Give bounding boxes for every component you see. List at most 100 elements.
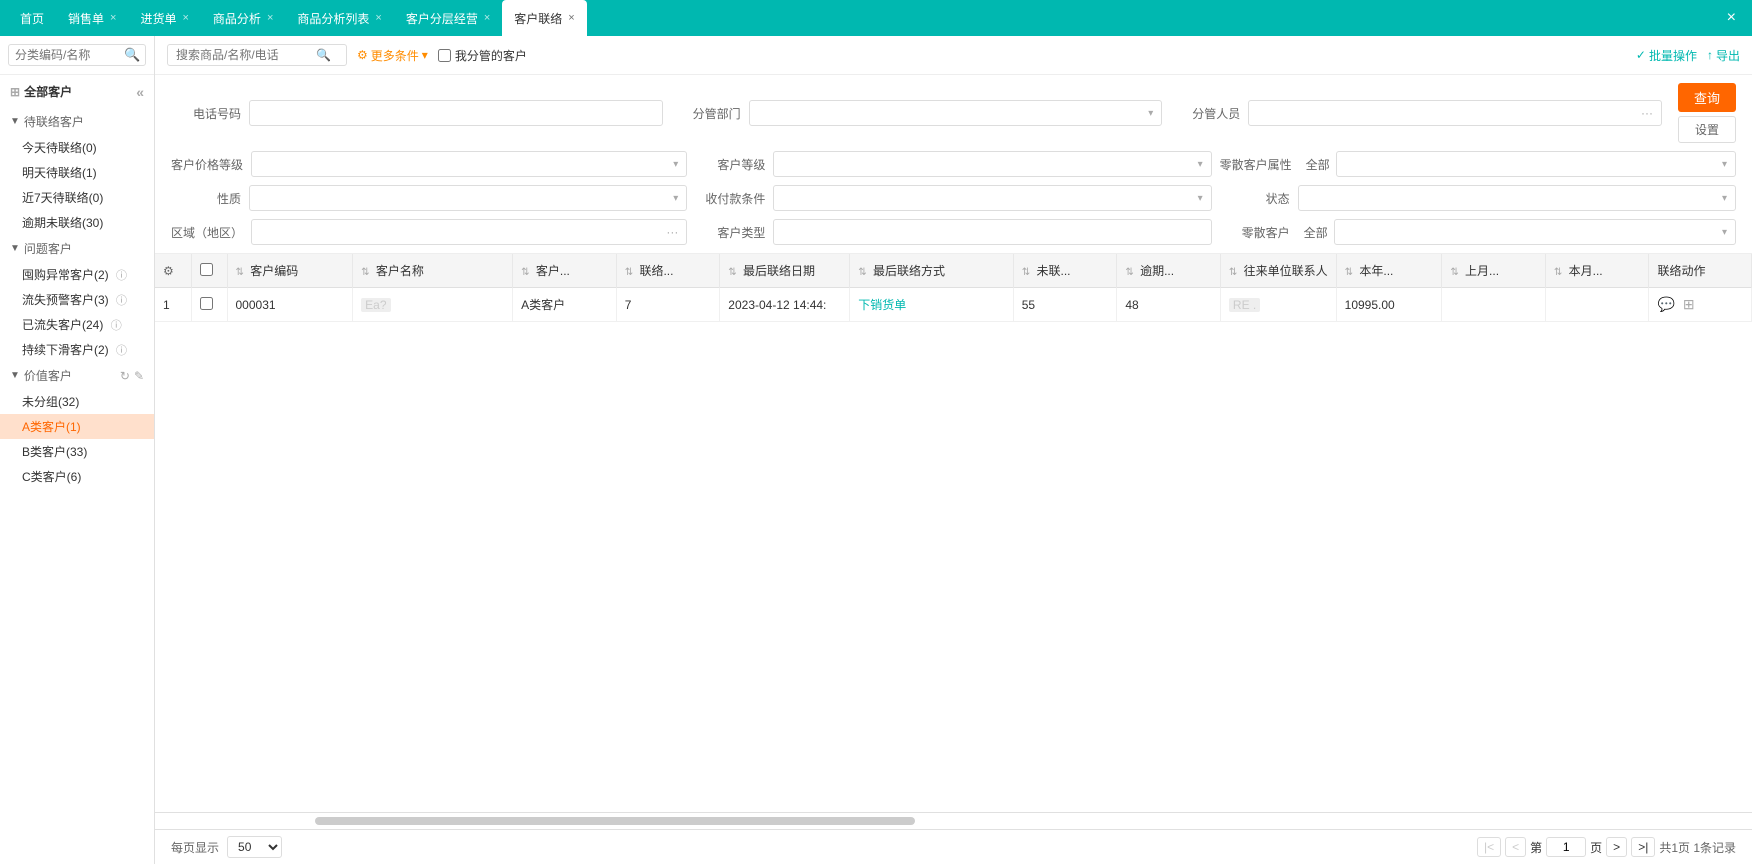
col-name-label: 客户名称 [376, 264, 424, 278]
sort-contact-count-icon[interactable]: ⇅ [625, 267, 633, 278]
close-purchase-icon[interactable]: × [182, 12, 188, 24]
info-icon-churn: ⓘ [116, 295, 127, 307]
sidebar-section-problem[interactable]: ▼ 问题客户 [0, 235, 154, 262]
last-page-btn[interactable]: >| [1631, 837, 1655, 857]
sort-last-date-icon[interactable]: ⇅ [728, 267, 736, 278]
filter-status-select[interactable]: ▾ [1298, 185, 1736, 211]
refresh-icon[interactable]: ↻ [120, 369, 130, 383]
chat-icon[interactable]: 💬 [1657, 296, 1674, 313]
sidebar-item-tomorrow[interactable]: 明天待联络(1) [0, 160, 154, 185]
filter-person-input[interactable]: ··· [1248, 100, 1662, 126]
dots-icon-person[interactable]: ··· [1641, 106, 1653, 120]
select-all-checkbox[interactable] [200, 263, 213, 276]
sidebar-item-b-class[interactable]: B类客户(33) [0, 439, 154, 464]
sort-overdue-icon[interactable]: ⇅ [1125, 267, 1133, 278]
filter-field-dept: 分管部门 ▾ [671, 100, 1163, 126]
filter-dept-select[interactable]: ▾ [749, 100, 1163, 126]
chevron-down-dept-icon: ▾ [1148, 108, 1153, 119]
filter-payment-select[interactable]: ▾ [773, 185, 1211, 211]
sidebar-section-pending[interactable]: ▼ 待联络客户 [0, 108, 154, 135]
settings-button[interactable]: 设置 [1678, 116, 1736, 143]
batch-op-btn[interactable]: ✓ 批量操作 [1636, 47, 1697, 64]
info-icon-declining: ⓘ [116, 345, 127, 357]
nav-tab-sales[interactable]: 销售单 × [56, 0, 128, 36]
sidebar-section-value[interactable]: ▼ 价值客户 ↻ ✎ [0, 362, 154, 389]
col-last-month-label: 上月... [1465, 264, 1499, 278]
query-button[interactable]: 查询 [1678, 83, 1736, 112]
horizontal-scrollbar[interactable] [315, 817, 915, 825]
filter-cust-level-select[interactable]: ▾ [773, 151, 1211, 177]
close-customer-tier-icon[interactable]: × [484, 12, 490, 24]
sidebar-item-overdue[interactable]: 逾期未联络(30) [0, 210, 154, 235]
prev-page-btn[interactable]: < [1505, 837, 1526, 857]
col-checkbox [191, 254, 227, 288]
nav-tab-customer-tier[interactable]: 客户分层经营 × [394, 0, 502, 36]
filter-nature-select[interactable]: ▾ [249, 185, 687, 211]
sidebar-collapse-icon[interactable]: « [136, 84, 144, 100]
filter-field-cust-type: 客户类型 [695, 219, 1211, 245]
sidebar-item-ungrouped[interactable]: 未分组(32) [0, 389, 154, 414]
page-input[interactable] [1546, 837, 1586, 857]
sort-company-contact-icon[interactable]: ⇅ [1229, 267, 1237, 278]
filter-field-nature: 性质 ▾ [171, 185, 687, 211]
sidebar-item-declining[interactable]: 持续下滑客户(2) ⓘ [0, 337, 154, 362]
sort-this-month-icon[interactable]: ⇅ [1554, 267, 1562, 278]
chevron-down-nature-icon: ▾ [673, 193, 678, 204]
close-analysis-icon[interactable]: × [267, 12, 273, 24]
nav-tab-purchase[interactable]: 进货单 × [128, 0, 200, 36]
sidebar-search-icon[interactable]: 🔍 [124, 47, 140, 63]
row-checkbox[interactable] [200, 297, 213, 310]
filter-price-select[interactable]: ▾ [251, 151, 687, 177]
qr-icon[interactable]: ⊞ [1683, 296, 1695, 313]
filter-payment-label: 收付款条件 [695, 190, 765, 207]
triangle-down-icon2: ▼ [10, 243, 20, 254]
filter-retail-attr-select[interactable]: ▾ [1336, 151, 1736, 177]
close-analysis-list-icon[interactable]: × [375, 12, 381, 24]
sidebar-item-abnormal[interactable]: 囤购异常客户(2) ⓘ [0, 262, 154, 287]
sidebar-item-a-class[interactable]: A类客户(1) [0, 414, 154, 439]
cell-last-way: 下销货单 [850, 288, 1013, 322]
edit-icon[interactable]: ✎ [134, 369, 144, 383]
my-customers-checkbox[interactable] [438, 49, 451, 62]
filter-cust-type-input[interactable] [773, 219, 1211, 245]
sort-this-year-icon[interactable]: ⇅ [1345, 267, 1353, 278]
per-page-select[interactable]: 50 100 200 [227, 836, 282, 858]
col-gear: ⚙ [155, 254, 191, 288]
next-page-btn[interactable]: > [1606, 837, 1627, 857]
filter-search-input[interactable] [176, 48, 316, 62]
nav-tab-home[interactable]: 首页 [8, 0, 56, 36]
batch-op-icon: ✓ [1636, 48, 1646, 62]
export-btn[interactable]: ↑ 导出 [1707, 47, 1740, 64]
sort-last-way-icon[interactable]: ⇅ [858, 267, 866, 278]
close-sales-icon[interactable]: × [110, 12, 116, 24]
cell-uncontacted: 55 [1013, 288, 1117, 322]
filter-retail-select[interactable]: ▾ [1334, 219, 1736, 245]
filter-search-icon[interactable]: 🔍 [316, 48, 331, 62]
nav-tab-analysis-list[interactable]: 商品分析列表 × [285, 0, 393, 36]
sidebar-item-c-class[interactable]: C类客户(6) [0, 464, 154, 489]
sidebar-all-customers[interactable]: ⊞ 全部客户 « [0, 75, 154, 108]
nav-tab-analysis[interactable]: 商品分析 × [201, 0, 285, 36]
cell-last-month [1442, 288, 1546, 322]
window-close-icon[interactable]: × [1719, 9, 1744, 27]
sidebar-item-churned[interactable]: 已流失客户(24) ⓘ [0, 312, 154, 337]
last-contact-way-link[interactable]: 下销货单 [858, 298, 906, 312]
sort-cust-type-icon[interactable]: ⇅ [521, 267, 529, 278]
company-contact-blurred: RE . [1229, 298, 1260, 312]
sort-last-month-icon[interactable]: ⇅ [1450, 267, 1458, 278]
dots-icon-region[interactable]: ··· [666, 225, 678, 239]
gear-icon[interactable]: ⚙ [163, 264, 174, 278]
sort-code-icon[interactable]: ⇅ [236, 267, 244, 278]
first-page-btn[interactable]: |< [1477, 837, 1501, 857]
filter-region-input[interactable]: ··· [251, 219, 687, 245]
more-conditions-btn[interactable]: ⚙ 更多条件 ▾ [357, 47, 428, 64]
nav-tab-customer-contact[interactable]: 客户联络 × [502, 0, 586, 36]
sidebar-item-churn-warning[interactable]: 流失预警客户(3) ⓘ [0, 287, 154, 312]
sort-name-icon[interactable]: ⇅ [361, 267, 369, 278]
close-customer-contact-icon[interactable]: × [568, 12, 574, 24]
sort-uncontacted-icon[interactable]: ⇅ [1022, 267, 1030, 278]
content-area: 🔍 ⚙ 更多条件 ▾ 我分管的客户 ✓ 批量操作 ↑ 导出 [155, 36, 1752, 864]
sidebar-item-7days[interactable]: 近7天待联络(0) [0, 185, 154, 210]
filter-phone-input[interactable] [249, 100, 663, 126]
sidebar-item-today[interactable]: 今天待联络(0) [0, 135, 154, 160]
